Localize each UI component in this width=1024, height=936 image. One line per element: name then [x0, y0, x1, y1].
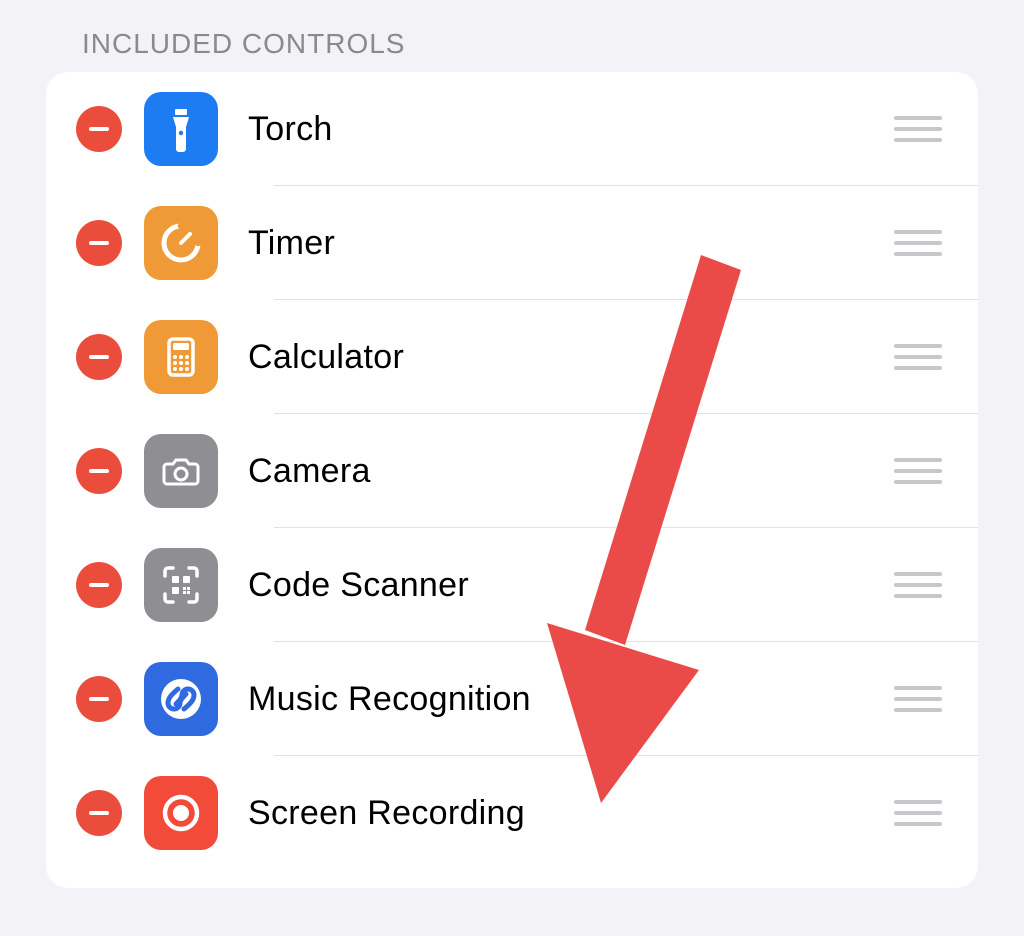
remove-button[interactable] — [76, 220, 122, 266]
drag-handle-icon[interactable] — [882, 686, 942, 712]
drag-handle-icon[interactable] — [882, 344, 942, 370]
qr-scanner-icon — [144, 548, 218, 622]
screen-recording-icon — [144, 776, 218, 850]
control-row-screen-recording[interactable]: Screen Recording — [46, 756, 978, 870]
remove-button[interactable] — [76, 106, 122, 152]
control-label: Timer — [248, 224, 882, 263]
remove-button[interactable] — [76, 790, 122, 836]
drag-handle-icon[interactable] — [882, 458, 942, 484]
minus-icon — [89, 241, 109, 245]
drag-handle-icon[interactable] — [882, 116, 942, 142]
control-label: Camera — [248, 452, 882, 491]
minus-icon — [89, 697, 109, 701]
control-label: Code Scanner — [248, 566, 882, 605]
remove-button[interactable] — [76, 562, 122, 608]
settings-section: INCLUDED CONTROLS Torch — [0, 0, 1024, 888]
timer-icon — [144, 206, 218, 280]
control-label: Torch — [248, 110, 882, 149]
control-row-music-recognition[interactable]: Music Recognition — [46, 642, 978, 756]
minus-icon — [89, 355, 109, 359]
calculator-icon — [144, 320, 218, 394]
section-header: INCLUDED CONTROLS — [46, 28, 978, 72]
drag-handle-icon[interactable] — [882, 230, 942, 256]
remove-button[interactable] — [76, 676, 122, 722]
minus-icon — [89, 127, 109, 131]
control-label: Screen Recording — [248, 794, 882, 833]
minus-icon — [89, 469, 109, 473]
control-row-torch[interactable]: Torch — [46, 72, 978, 186]
camera-icon — [144, 434, 218, 508]
control-row-camera[interactable]: Camera — [46, 414, 978, 528]
torch-icon — [144, 92, 218, 166]
control-row-timer[interactable]: Timer — [46, 186, 978, 300]
control-row-code-scanner[interactable]: Code Scanner — [46, 528, 978, 642]
control-row-calculator[interactable]: Calculator — [46, 300, 978, 414]
remove-button[interactable] — [76, 334, 122, 380]
remove-button[interactable] — [76, 448, 122, 494]
control-label: Calculator — [248, 338, 882, 377]
drag-handle-icon[interactable] — [882, 800, 942, 826]
shazam-icon — [144, 662, 218, 736]
included-controls-list: Torch Timer — [46, 72, 978, 888]
control-label: Music Recognition — [248, 680, 882, 719]
drag-handle-icon[interactable] — [882, 572, 942, 598]
minus-icon — [89, 583, 109, 587]
minus-icon — [89, 811, 109, 815]
